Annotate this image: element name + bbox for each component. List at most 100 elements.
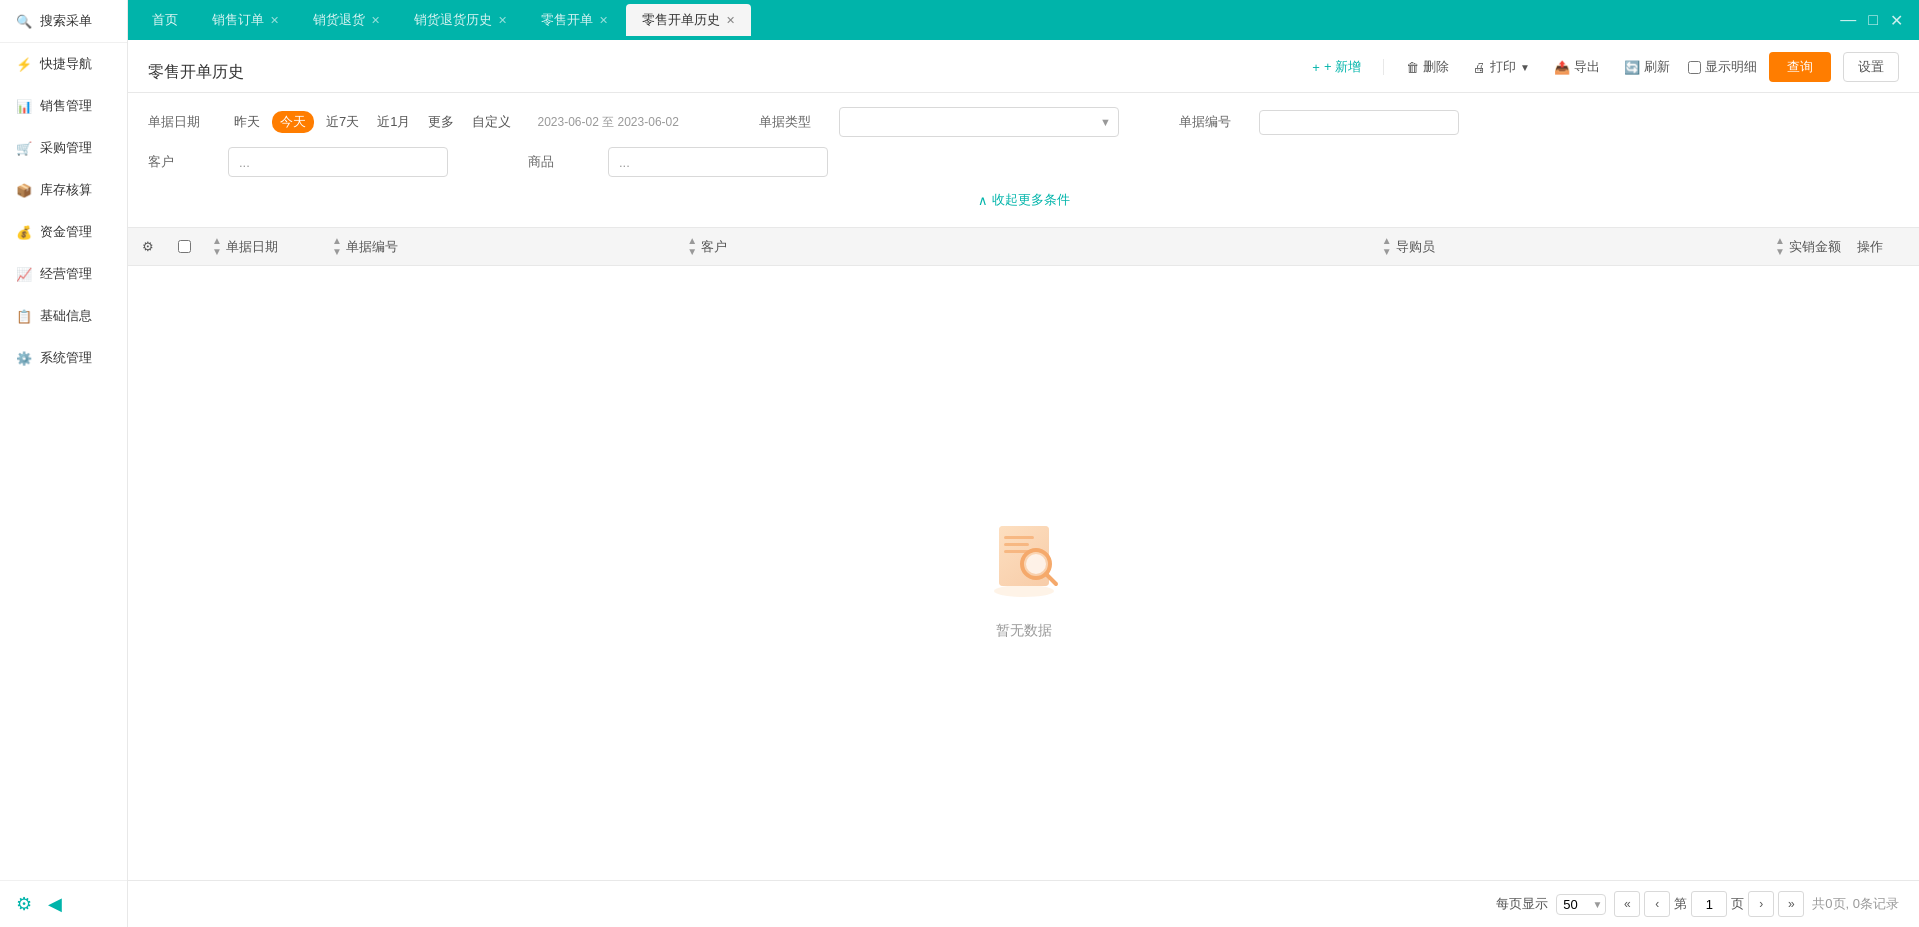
filter-row-2: 客户 ... 商品 ... bbox=[148, 147, 1899, 177]
sidebar-item-purchase-mgmt[interactable]: 🛒 采购管理 bbox=[0, 127, 127, 169]
settings-button[interactable]: 设置 bbox=[1843, 52, 1899, 82]
export-button[interactable]: 📤 导出 bbox=[1548, 54, 1606, 80]
tab-sales-order[interactable]: 销售订单 ✕ bbox=[196, 4, 295, 36]
sidebar-search-label: 搜索采单 bbox=[40, 12, 92, 30]
col-amount-label: 实销金额 bbox=[1789, 238, 1841, 256]
date-last7[interactable]: 近7天 bbox=[320, 111, 365, 133]
col-ops: 操作 bbox=[1849, 228, 1909, 266]
type-select[interactable] bbox=[839, 107, 1119, 137]
quick-nav-icon: ⚡ bbox=[16, 57, 32, 72]
col-date-label: 单据日期 bbox=[226, 238, 278, 256]
customer-select-btn[interactable]: ... bbox=[228, 147, 448, 177]
add-button[interactable]: + + 新增 bbox=[1306, 54, 1367, 80]
print-icon: 🖨 bbox=[1473, 60, 1486, 75]
page-input[interactable] bbox=[1691, 891, 1727, 917]
main-area: 首页 销售订单 ✕ 销货退货 ✕ 销货退货历史 ✕ 零售开单 ✕ 零售开单历史 … bbox=[128, 0, 1919, 927]
toolbar: + + 新增 🗑 删除 🖨 打印 ▼ 📤 导出 🔄 bbox=[1306, 52, 1899, 92]
sidebar-search[interactable]: 🔍 搜索采单 bbox=[0, 0, 127, 43]
date-today[interactable]: 今天 bbox=[272, 111, 314, 133]
sidebar-item-quick-nav[interactable]: ⚡ 快捷导航 bbox=[0, 43, 127, 85]
tab-retail-history-label: 零售开单历史 bbox=[642, 11, 720, 29]
amount-sort-icon: ▲▼ bbox=[1775, 236, 1785, 257]
col-date[interactable]: ▲▼ 单据日期 bbox=[204, 228, 324, 266]
date-range: 2023-06-02 至 2023-06-02 bbox=[537, 114, 678, 131]
display-detail[interactable]: 显示明细 bbox=[1688, 58, 1757, 76]
collapse-sidebar-icon[interactable]: ◀ bbox=[48, 893, 62, 915]
collapse-icon: ∧ bbox=[978, 193, 988, 208]
order-no-label: 单据编号 bbox=[1179, 113, 1239, 131]
sys-mgmt-icon: ⚙️ bbox=[16, 351, 32, 366]
page-last-btn[interactable]: » bbox=[1778, 891, 1804, 917]
page-prev-btn[interactable]: ‹ bbox=[1644, 891, 1670, 917]
query-button[interactable]: 查询 bbox=[1769, 52, 1831, 82]
tab-sales-return-history-close[interactable]: ✕ bbox=[498, 14, 507, 27]
sidebar-item-label: 系统管理 bbox=[40, 349, 92, 367]
sidebar-item-operation[interactable]: 📈 经营管理 bbox=[0, 253, 127, 295]
add-icon: + bbox=[1312, 60, 1320, 75]
tab-retail-open[interactable]: 零售开单 ✕ bbox=[525, 4, 624, 36]
col-guide[interactable]: ▲▼ 导购员 bbox=[1374, 228, 1494, 266]
tab-retail-history[interactable]: 零售开单历史 ✕ bbox=[626, 4, 751, 36]
page-nav: « ‹ 第 页 › » bbox=[1614, 891, 1804, 917]
sidebar-item-basic-info[interactable]: 📋 基础信息 bbox=[0, 295, 127, 337]
col-checkbox[interactable] bbox=[174, 228, 204, 266]
per-page-label: 每页显示 bbox=[1496, 895, 1548, 913]
sidebar-item-finance[interactable]: 💰 资金管理 bbox=[0, 211, 127, 253]
svg-point-7 bbox=[1026, 554, 1046, 574]
order-no-input[interactable] bbox=[1259, 110, 1459, 135]
tab-sales-return-history[interactable]: 销货退货历史 ✕ bbox=[398, 4, 523, 36]
per-page-select[interactable]: 20 50 100 bbox=[1556, 894, 1606, 915]
date-sort-icon: ▲▼ bbox=[212, 236, 222, 257]
col-no-label: 单据编号 bbox=[346, 238, 398, 256]
table-area: ⚙ ▲▼ 单据日期 ▲▼ 单据编号 ▲▼ 客户 ▲▼ bbox=[128, 228, 1919, 927]
sidebar-item-inventory[interactable]: 📦 库存核算 bbox=[0, 169, 127, 211]
window-maximize[interactable]: □ bbox=[1868, 11, 1878, 30]
page-next-btn[interactable]: › bbox=[1748, 891, 1774, 917]
table-header: ⚙ ▲▼ 单据日期 ▲▼ 单据编号 ▲▼ 客户 ▲▼ bbox=[128, 228, 1919, 266]
date-label: 单据日期 bbox=[148, 113, 208, 131]
type-select-wrapper: ▼ bbox=[839, 107, 1119, 137]
tab-home[interactable]: 首页 bbox=[136, 4, 194, 36]
tab-retail-open-close[interactable]: ✕ bbox=[599, 14, 608, 27]
refresh-label: 刷新 bbox=[1644, 58, 1670, 76]
delete-label: 删除 bbox=[1423, 58, 1449, 76]
per-page-wrapper: 20 50 100 ▼ bbox=[1556, 894, 1606, 915]
col-customer[interactable]: ▲▼ 客户 bbox=[679, 228, 1374, 266]
date-more[interactable]: 更多 bbox=[422, 111, 460, 133]
svg-rect-3 bbox=[1004, 536, 1034, 539]
sidebar-item-sys-mgmt[interactable]: ⚙️ 系统管理 bbox=[0, 337, 127, 379]
goods-select-btn[interactable]: ... bbox=[608, 147, 828, 177]
window-close[interactable]: ✕ bbox=[1890, 11, 1903, 30]
export-icon: 📤 bbox=[1554, 60, 1570, 75]
tab-retail-history-close[interactable]: ✕ bbox=[726, 14, 735, 27]
date-last-month[interactable]: 近1月 bbox=[371, 111, 416, 133]
page-first-btn[interactable]: « bbox=[1614, 891, 1640, 917]
tab-sales-order-label: 销售订单 bbox=[212, 11, 264, 29]
sidebar-item-sales-mgmt[interactable]: 📊 销售管理 bbox=[0, 85, 127, 127]
guide-sort-icon: ▲▼ bbox=[1382, 236, 1392, 257]
tab-sales-return[interactable]: 销货退货 ✕ bbox=[297, 4, 396, 36]
tab-sales-return-close[interactable]: ✕ bbox=[371, 14, 380, 27]
settings-label: 设置 bbox=[1858, 59, 1884, 74]
refresh-button[interactable]: 🔄 刷新 bbox=[1618, 54, 1676, 80]
sidebar-item-label: 基础信息 bbox=[40, 307, 92, 325]
col-settings[interactable]: ⚙ bbox=[138, 228, 174, 266]
purchase-mgmt-icon: 🛒 bbox=[16, 141, 32, 156]
tab-sales-order-close[interactable]: ✕ bbox=[270, 14, 279, 27]
sidebar-item-label: 库存核算 bbox=[40, 181, 92, 199]
settings-gear-icon[interactable]: ⚙ bbox=[16, 893, 32, 915]
col-amount[interactable]: ▲▼ 实销金额 bbox=[1494, 228, 1849, 266]
window-controls: — □ ✕ bbox=[1840, 11, 1911, 30]
select-all-checkbox[interactable] bbox=[178, 240, 191, 253]
basic-info-icon: 📋 bbox=[16, 309, 32, 324]
date-custom[interactable]: 自定义 bbox=[466, 111, 517, 133]
display-detail-checkbox[interactable] bbox=[1688, 61, 1701, 74]
delete-button[interactable]: 🗑 删除 bbox=[1400, 54, 1455, 80]
print-button[interactable]: 🖨 打印 ▼ bbox=[1467, 54, 1536, 80]
date-yesterday[interactable]: 昨天 bbox=[228, 111, 266, 133]
col-no[interactable]: ▲▼ 单据编号 bbox=[324, 228, 679, 266]
no-sort-icon: ▲▼ bbox=[332, 236, 342, 257]
collapse-button[interactable]: ∧ 收起更多条件 bbox=[978, 187, 1070, 213]
window-minimize[interactable]: — bbox=[1840, 11, 1856, 30]
delete-icon: 🗑 bbox=[1406, 60, 1419, 75]
